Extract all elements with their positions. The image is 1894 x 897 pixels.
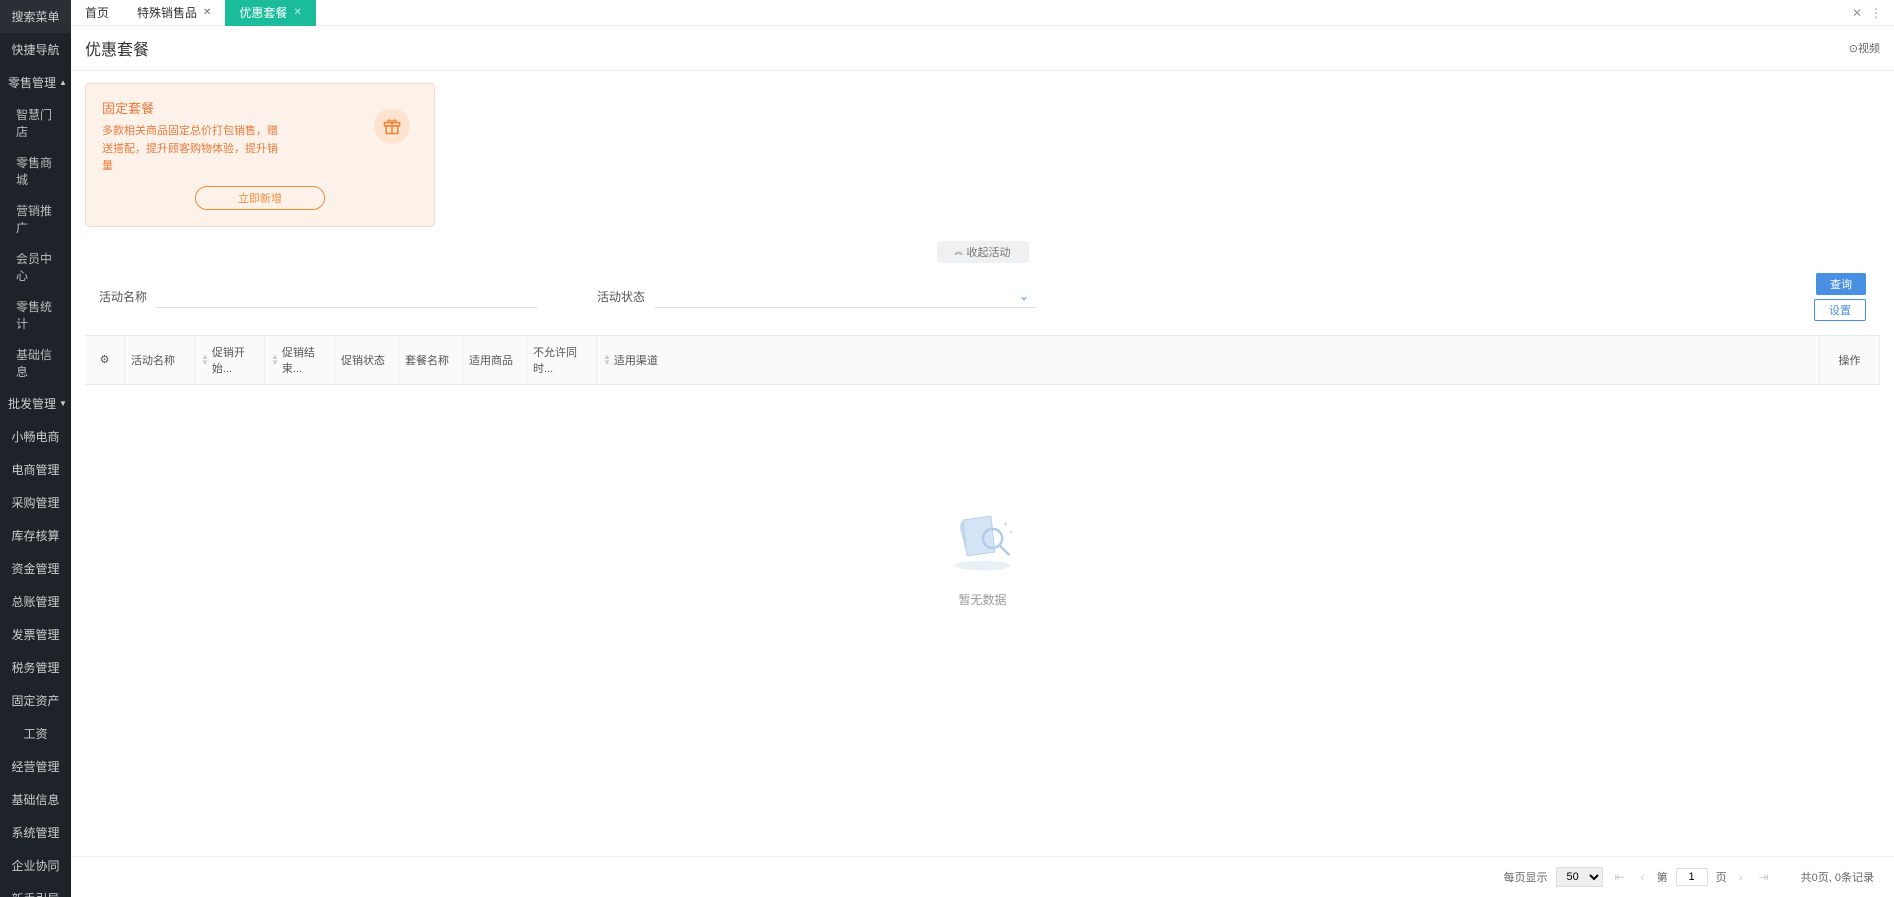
- chevron-up-icon: ▲: [59, 78, 67, 87]
- main-area: 首页 特殊销售品 ✕ 优惠套餐 ✕ ✕ ⋮ 优惠套餐 ⊙ 视频: [71, 0, 1894, 897]
- sidebar-item-purchase[interactable]: 采购管理: [0, 486, 71, 519]
- last-page-button[interactable]: ⇥: [1755, 870, 1773, 884]
- collapse-bar: ︽ 收起活动: [85, 241, 1880, 263]
- sidebar-item-invoice[interactable]: 发票管理: [0, 618, 71, 651]
- filter-name-label: 活动名称: [99, 288, 147, 305]
- th-gear[interactable]: ⚙: [85, 336, 125, 384]
- search-button[interactable]: 查询: [1816, 273, 1866, 295]
- next-page-button[interactable]: ›: [1735, 870, 1747, 884]
- close-icon[interactable]: ✕: [293, 7, 301, 18]
- sidebar-retail[interactable]: 零售管理 ▲: [0, 66, 71, 99]
- pager-summary: 共0页, 0条记录: [1801, 869, 1874, 885]
- sort-icon: ▲▼: [201, 354, 209, 365]
- sidebar-item-inventory[interactable]: 库存核算: [0, 519, 71, 552]
- page-suffix: 页: [1716, 869, 1727, 885]
- video-link[interactable]: ⊙ 视频: [1849, 40, 1880, 56]
- activity-status-select[interactable]: ⌄: [655, 285, 1035, 308]
- sidebar-item-tax[interactable]: 税务管理: [0, 651, 71, 684]
- sidebar-item-salary[interactable]: 工资: [0, 717, 71, 750]
- th-name[interactable]: 活动名称: [125, 336, 195, 384]
- tab-home[interactable]: 首页: [71, 0, 123, 26]
- sidebar-wholesale[interactable]: 批发管理 ▼: [0, 387, 71, 420]
- chevron-up-icon: ︽: [955, 246, 963, 257]
- promo-card: 固定套餐 多款相关商品固定总价打包销售，赠送搭配，提升顾客购物体验，提升销量 立…: [85, 83, 435, 227]
- tab-special[interactable]: 特殊销售品 ✕: [123, 0, 225, 26]
- sidebar-item-basicinfo2[interactable]: 基础信息: [0, 783, 71, 816]
- tab-more[interactable]: ⋮: [1866, 6, 1886, 20]
- sidebar-item-xiaochang[interactable]: 小畅电商: [0, 420, 71, 453]
- per-page-select[interactable]: 50: [1556, 867, 1603, 887]
- tab-home-label: 首页: [85, 4, 109, 21]
- activity-name-input[interactable]: [157, 285, 537, 308]
- tab-close-all[interactable]: ✕: [1848, 6, 1866, 20]
- video-link-label: 视频: [1858, 40, 1880, 56]
- page-body: 固定套餐 多款相关商品固定总价打包销售，赠送搭配，提升顾客购物体验，提升销量 立…: [71, 71, 1894, 856]
- data-table: ⚙ 活动名称 ▲▼促销开始... ▲▼促销结束... 促销状态 套餐名称 适用商…: [85, 335, 1880, 648]
- filter-row: 活动名称 活动状态 ⌄ 查询 设置: [85, 273, 1880, 321]
- sidebar-retail-label: 零售管理: [8, 74, 56, 91]
- filter-status-label: 活动状态: [597, 288, 645, 305]
- sidebar-sub-marketing[interactable]: 营销推广: [0, 195, 71, 243]
- sidebar-item-fixedassets[interactable]: 固定资产: [0, 684, 71, 717]
- sort-icon: ▲▼: [603, 354, 611, 365]
- sidebar-sub-smartstore[interactable]: 智慧门店: [0, 99, 71, 147]
- th-action: 操作: [1820, 336, 1880, 384]
- per-page-label: 每页显示: [1504, 869, 1548, 885]
- first-page-button[interactable]: ⇤: [1611, 870, 1629, 884]
- chevron-down-icon: ▼: [59, 399, 67, 408]
- filter-actions: 查询 设置: [1814, 273, 1866, 321]
- th-start[interactable]: ▲▼促销开始...: [195, 336, 265, 384]
- promo-desc: 多款相关商品固定总价打包销售，赠送搭配，提升顾客购物体验，提升销量: [102, 123, 282, 176]
- collapse-toggle[interactable]: ︽ 收起活动: [937, 241, 1029, 263]
- gift-icon: [374, 108, 410, 144]
- settings-button[interactable]: 设置: [1814, 299, 1866, 321]
- sidebar-item-system[interactable]: 系统管理: [0, 816, 71, 849]
- sidebar-sub-retailstat[interactable]: 零售统计: [0, 291, 71, 339]
- th-exclusive[interactable]: 不允许同时...: [527, 336, 597, 384]
- pagination: 每页显示 50 ⇤ ‹ 第 页 › ⇥ 共0页, 0条记录: [71, 856, 1894, 897]
- sidebar-item-operation[interactable]: 经营管理: [0, 750, 71, 783]
- th-package[interactable]: 套餐名称: [399, 336, 463, 384]
- chevron-down-icon: ⌄: [1019, 289, 1029, 303]
- prev-page-button[interactable]: ‹: [1637, 870, 1649, 884]
- sort-icon: ▲▼: [271, 354, 279, 365]
- sidebar-item-guide[interactable]: 新手引导: [0, 882, 71, 897]
- page-title: 优惠套餐: [85, 36, 149, 60]
- sidebar-item-funds[interactable]: 资金管理: [0, 552, 71, 585]
- sidebar: 搜索菜单 快捷导航 零售管理 ▲ 智慧门店 零售商城 营销推广 会员中心 零售统…: [0, 0, 71, 897]
- tab-special-label: 特殊销售品: [137, 4, 197, 21]
- empty-icon: [943, 505, 1023, 575]
- sidebar-search[interactable]: 搜索菜单: [0, 0, 71, 33]
- sidebar-sub-member[interactable]: 会员中心: [0, 243, 71, 291]
- th-status[interactable]: 促销状态: [335, 336, 399, 384]
- tabbar-controls: ✕ ⋮: [1848, 6, 1894, 20]
- table-header: ⚙ 活动名称 ▲▼促销开始... ▲▼促销结束... 促销状态 套餐名称 适用商…: [85, 336, 1880, 385]
- page-prefix: 第: [1657, 869, 1668, 885]
- create-button[interactable]: 立即新增: [195, 186, 325, 210]
- tab-package-label: 优惠套餐: [239, 4, 287, 21]
- tabbar: 首页 特殊销售品 ✕ 优惠套餐 ✕ ✕ ⋮: [71, 0, 1894, 26]
- sidebar-sub-retailmall[interactable]: 零售商城: [0, 147, 71, 195]
- play-icon: ⊙: [1849, 42, 1858, 55]
- gear-icon: ⚙: [100, 353, 110, 366]
- close-icon[interactable]: ✕: [203, 7, 211, 18]
- sidebar-wholesale-label: 批发管理: [8, 395, 56, 412]
- empty-state: 暂无数据: [85, 385, 1880, 648]
- page-input[interactable]: [1676, 868, 1708, 886]
- promo-title: 固定套餐: [102, 98, 418, 117]
- sidebar-item-enterprise[interactable]: 企业协同: [0, 849, 71, 882]
- sidebar-sub-basicinfo[interactable]: 基础信息: [0, 339, 71, 387]
- filter-name-group: 活动名称: [99, 285, 537, 308]
- th-products[interactable]: 适用商品: [463, 336, 527, 384]
- page-header: 优惠套餐 ⊙ 视频: [71, 26, 1894, 71]
- filter-status-group: 活动状态 ⌄: [597, 285, 1035, 308]
- tab-package[interactable]: 优惠套餐 ✕: [225, 0, 315, 26]
- sidebar-item-ecommerce[interactable]: 电商管理: [0, 453, 71, 486]
- th-end[interactable]: ▲▼促销结束...: [265, 336, 335, 384]
- sidebar-item-ledger[interactable]: 总账管理: [0, 585, 71, 618]
- collapse-label: 收起活动: [967, 244, 1011, 260]
- th-channel[interactable]: ▲▼适用渠道: [597, 336, 1820, 384]
- sidebar-quicknav[interactable]: 快捷导航: [0, 33, 71, 66]
- empty-text: 暂无数据: [85, 591, 1880, 608]
